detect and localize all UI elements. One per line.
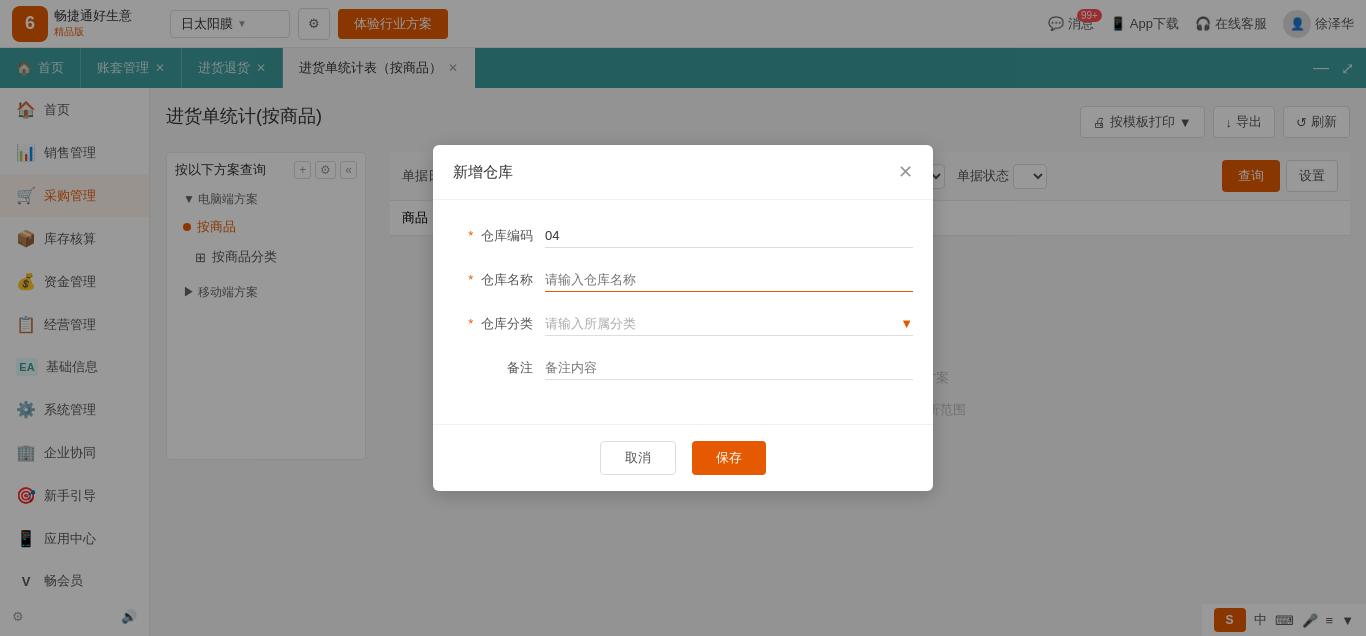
category-select-wrap[interactable]: 请输入所属分类 ▼ <box>545 312 913 336</box>
form-row-code: * 仓库编码 <box>453 224 913 248</box>
form-row-name: * 仓库名称 <box>453 268 913 292</box>
modal-overlay[interactable]: 新增仓库 ✕ * 仓库编码 * 仓库名称 <box>0 0 1366 636</box>
category-dropdown-arrow: ▼ <box>900 316 913 331</box>
warehouse-code-input[interactable] <box>545 224 913 248</box>
warehouse-name-input[interactable] <box>545 268 913 292</box>
remark-input[interactable] <box>545 356 913 380</box>
dialog-body: * 仓库编码 * 仓库名称 * 仓库分类 <box>433 200 933 424</box>
category-label: * 仓库分类 <box>453 315 533 333</box>
new-warehouse-dialog: 新增仓库 ✕ * 仓库编码 * 仓库名称 <box>433 145 933 491</box>
remark-label: 备注 <box>453 359 533 377</box>
dialog-footer: 取消 保存 <box>433 424 933 491</box>
cancel-button[interactable]: 取消 <box>600 441 676 475</box>
name-label: * 仓库名称 <box>453 271 533 289</box>
save-button[interactable]: 保存 <box>692 441 766 475</box>
dialog-close-button[interactable]: ✕ <box>898 161 913 183</box>
form-row-category: * 仓库分类 请输入所属分类 ▼ <box>453 312 913 336</box>
code-label: * 仓库编码 <box>453 227 533 245</box>
category-select[interactable]: 请输入所属分类 <box>545 316 913 331</box>
dialog-header: 新增仓库 ✕ <box>433 145 933 200</box>
dialog-title: 新增仓库 <box>453 163 513 182</box>
form-row-remark: 备注 <box>453 356 913 380</box>
